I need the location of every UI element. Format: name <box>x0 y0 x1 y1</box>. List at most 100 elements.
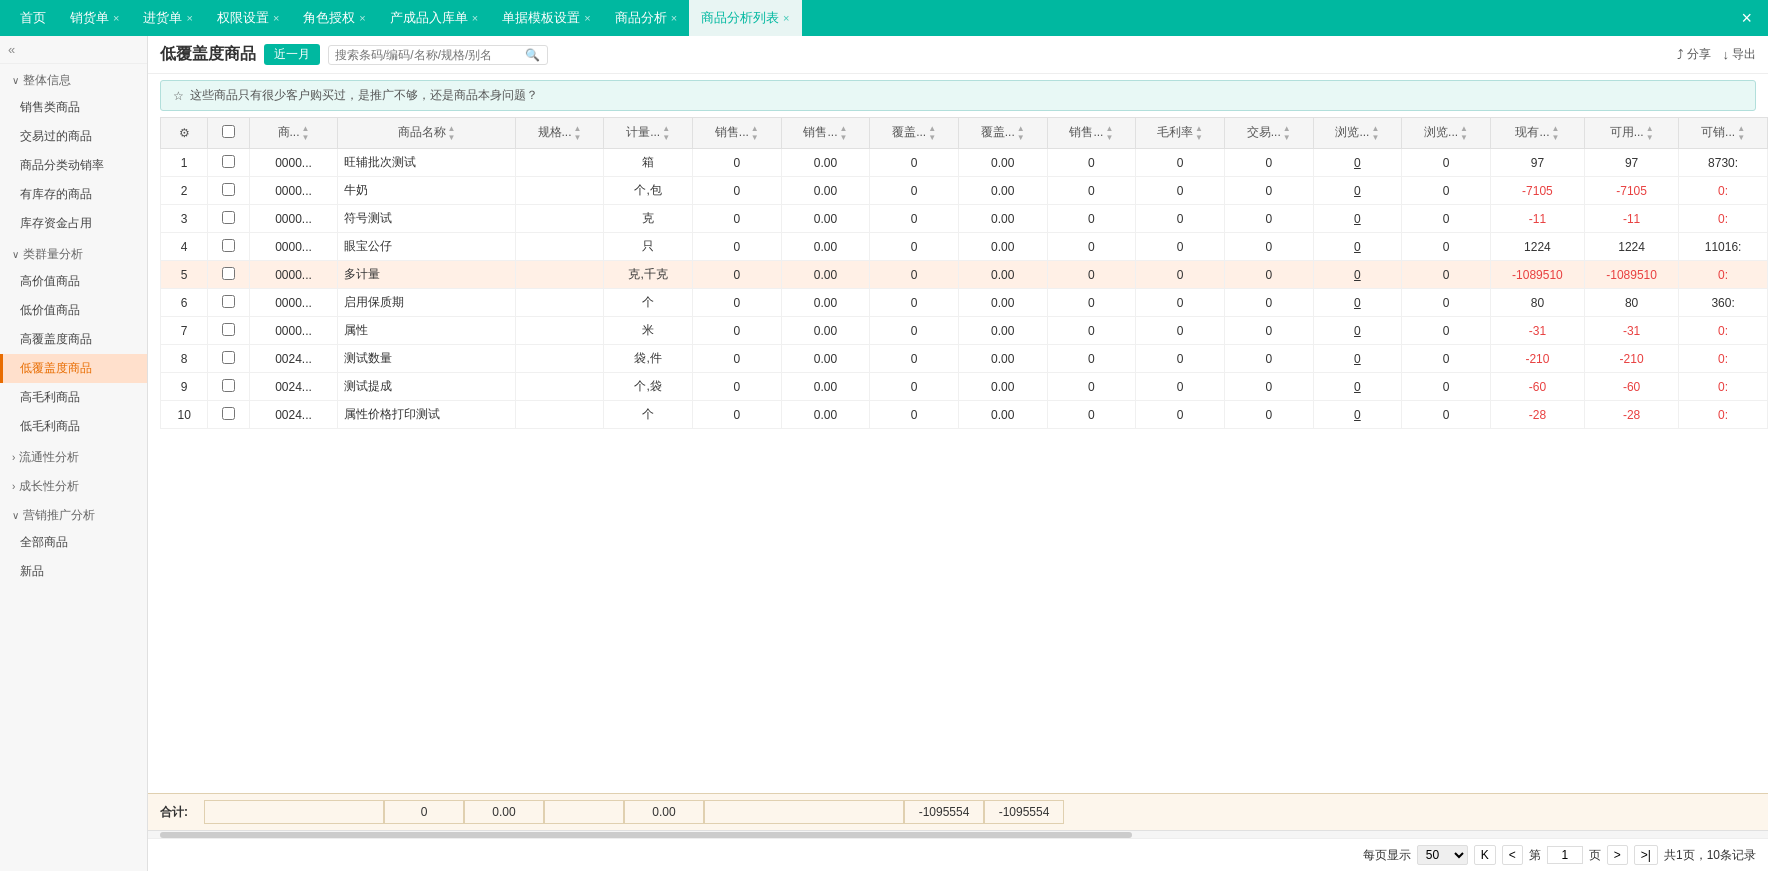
row-unit: 箱 <box>604 149 693 177</box>
col-checkbox[interactable] <box>208 118 249 149</box>
horizontal-scrollbar[interactable] <box>148 830 1768 838</box>
search-input[interactable] <box>335 48 525 62</box>
sidebar-item-new-goods[interactable]: 新品 <box>0 557 147 586</box>
col-saleable[interactable]: 可销...▲▼ <box>1679 118 1768 149</box>
sidebar-section-overall[interactable]: ∨ 整体信息 <box>0 64 147 93</box>
row-checkbox[interactable] <box>208 205 249 233</box>
row-num: 7 <box>161 317 208 345</box>
row-checkbox[interactable] <box>208 177 249 205</box>
col-browse1[interactable]: 浏览...▲▼ <box>1313 118 1402 149</box>
nav-role-auth[interactable]: 角色授权 × <box>291 0 377 36</box>
row-cov2: 0.00 <box>958 205 1047 233</box>
col-settings[interactable]: ⚙ <box>161 118 208 149</box>
nav-close-product-analysis-list[interactable]: × <box>783 12 789 24</box>
prev-page-btn[interactable]: < <box>1502 845 1523 865</box>
row-browse1[interactable]: 0 <box>1313 205 1402 233</box>
sidebar-item-low-value[interactable]: 低价值商品 <box>0 296 147 325</box>
col-sales-qty[interactable]: 销售...▲▼ <box>692 118 781 149</box>
col-current[interactable]: 现有...▲▼ <box>1490 118 1584 149</box>
nav-home[interactable]: 首页 <box>8 0 58 36</box>
sidebar-item-stocked-goods[interactable]: 有库存的商品 <box>0 180 147 209</box>
nav-close-permissions[interactable]: × <box>273 12 279 24</box>
next-page-btn[interactable]: > <box>1607 845 1628 865</box>
row-checkbox[interactable] <box>208 289 249 317</box>
nav-purchase-order[interactable]: 进货单 × <box>131 0 204 36</box>
sidebar-item-inventory-capital[interactable]: 库存资金占用 <box>0 209 147 238</box>
row-browse1[interactable]: 0 <box>1313 373 1402 401</box>
nav-product-analysis-list[interactable]: 商品分析列表 × <box>689 0 801 36</box>
row-sales-qty: 0 <box>692 149 781 177</box>
nav-sales-order[interactable]: 销货单 × <box>58 0 131 36</box>
row-sales-qty: 0 <box>692 233 781 261</box>
table-row: 6 0000... 启用保质期 个 0 0.00 0 0.00 0 0 0 0 … <box>161 289 1768 317</box>
sidebar-item-low-profit[interactable]: 低毛利商品 <box>0 412 147 441</box>
row-checkbox[interactable] <box>208 345 249 373</box>
col-sales-amount[interactable]: 销售...▲▼ <box>781 118 870 149</box>
sidebar-section-marketing[interactable]: ∨ 营销推广分析 <box>0 499 147 528</box>
col-browse2[interactable]: 浏览...▲▼ <box>1402 118 1491 149</box>
sidebar-item-all-goods[interactable]: 全部商品 <box>0 528 147 557</box>
row-checkbox[interactable] <box>208 317 249 345</box>
share-button[interactable]: ⤴ 分享 <box>1677 46 1711 63</box>
sidebar-collapse-btn[interactable]: « <box>8 42 15 57</box>
sidebar-section-liquidity[interactable]: › 流通性分析 <box>0 441 147 470</box>
row-browse1[interactable]: 0 <box>1313 345 1402 373</box>
sidebar-item-traded-goods[interactable]: 交易过的商品 <box>0 122 147 151</box>
row-gross-rate: 0 <box>1136 345 1225 373</box>
nav-close-purchase-order[interactable]: × <box>186 12 192 24</box>
col-sales3[interactable]: 销售...▲▼ <box>1047 118 1136 149</box>
nav-close-product-analysis[interactable]: × <box>671 12 677 24</box>
search-icon[interactable]: 🔍 <box>525 48 540 62</box>
nav-product-inbound[interactable]: 产成品入库单 × <box>378 0 490 36</box>
row-browse1[interactable]: 0 <box>1313 261 1402 289</box>
row-checkbox[interactable] <box>208 233 249 261</box>
nav-close-all[interactable]: × <box>1733 8 1760 29</box>
sidebar-item-high-coverage[interactable]: 高覆盖度商品 <box>0 325 147 354</box>
col-trade[interactable]: 交易...▲▼ <box>1224 118 1313 149</box>
sidebar-items-overall: 销售类商品 交易过的商品 商品分类动销率 有库存的商品 库存资金占用 <box>0 93 147 238</box>
col-unit[interactable]: 计量...▲▼ <box>604 118 693 149</box>
col-cov2[interactable]: 覆盖...▲▼ <box>958 118 1047 149</box>
row-trade: 0 <box>1224 177 1313 205</box>
col-available[interactable]: 可用...▲▼ <box>1585 118 1679 149</box>
row-checkbox[interactable] <box>208 373 249 401</box>
row-sales-amount: 0.00 <box>781 289 870 317</box>
per-page-select[interactable]: 50 20 100 <box>1417 845 1468 865</box>
sidebar-section-cluster[interactable]: ∨ 类群量分析 <box>0 238 147 267</box>
last-page-btn[interactable]: >| <box>1634 845 1658 865</box>
sidebar-item-category-turnover[interactable]: 商品分类动销率 <box>0 151 147 180</box>
sidebar-item-high-profit[interactable]: 高毛利商品 <box>0 383 147 412</box>
sidebar-item-low-coverage[interactable]: 低覆盖度商品 <box>0 354 147 383</box>
table-row: 9 0024... 测试提成 个,袋 0 0.00 0 0.00 0 0 0 0… <box>161 373 1768 401</box>
col-cov1[interactable]: 覆盖...▲▼ <box>870 118 959 149</box>
row-browse1[interactable]: 0 <box>1313 177 1402 205</box>
row-browse1[interactable]: 0 <box>1313 317 1402 345</box>
nav-close-role-auth[interactable]: × <box>359 12 365 24</box>
nav-permissions[interactable]: 权限设置 × <box>205 0 291 36</box>
nav-close-sales-order[interactable]: × <box>113 12 119 24</box>
col-gross-rate[interactable]: 毛利率▲▼ <box>1136 118 1225 149</box>
period-button[interactable]: 近一月 <box>264 44 320 65</box>
col-code[interactable]: 商...▲▼ <box>249 118 338 149</box>
nav-close-template-settings[interactable]: × <box>584 12 590 24</box>
row-browse1[interactable]: 0 <box>1313 233 1402 261</box>
sidebar-section-growth[interactable]: › 成长性分析 <box>0 470 147 499</box>
export-button[interactable]: ↓ 导出 <box>1723 46 1757 63</box>
sidebar-item-high-value[interactable]: 高价值商品 <box>0 267 147 296</box>
row-browse1[interactable]: 0 <box>1313 149 1402 177</box>
page-input[interactable] <box>1547 846 1583 864</box>
row-browse1[interactable]: 0 <box>1313 289 1402 317</box>
col-spec[interactable]: 规格...▲▼ <box>515 118 604 149</box>
row-checkbox[interactable] <box>208 261 249 289</box>
row-cov1: 0 <box>870 261 959 289</box>
row-browse1[interactable]: 0 <box>1313 401 1402 429</box>
row-checkbox[interactable] <box>208 149 249 177</box>
first-page-btn[interactable]: K <box>1474 845 1496 865</box>
col-name[interactable]: 商品名称▲▼ <box>338 118 515 149</box>
sidebar-item-sales-goods[interactable]: 销售类商品 <box>0 93 147 122</box>
select-all-checkbox[interactable] <box>222 125 235 138</box>
row-checkbox[interactable] <box>208 401 249 429</box>
nav-product-analysis[interactable]: 商品分析 × <box>603 0 689 36</box>
nav-close-product-inbound[interactable]: × <box>472 12 478 24</box>
nav-template-settings[interactable]: 单据模板设置 × <box>490 0 602 36</box>
